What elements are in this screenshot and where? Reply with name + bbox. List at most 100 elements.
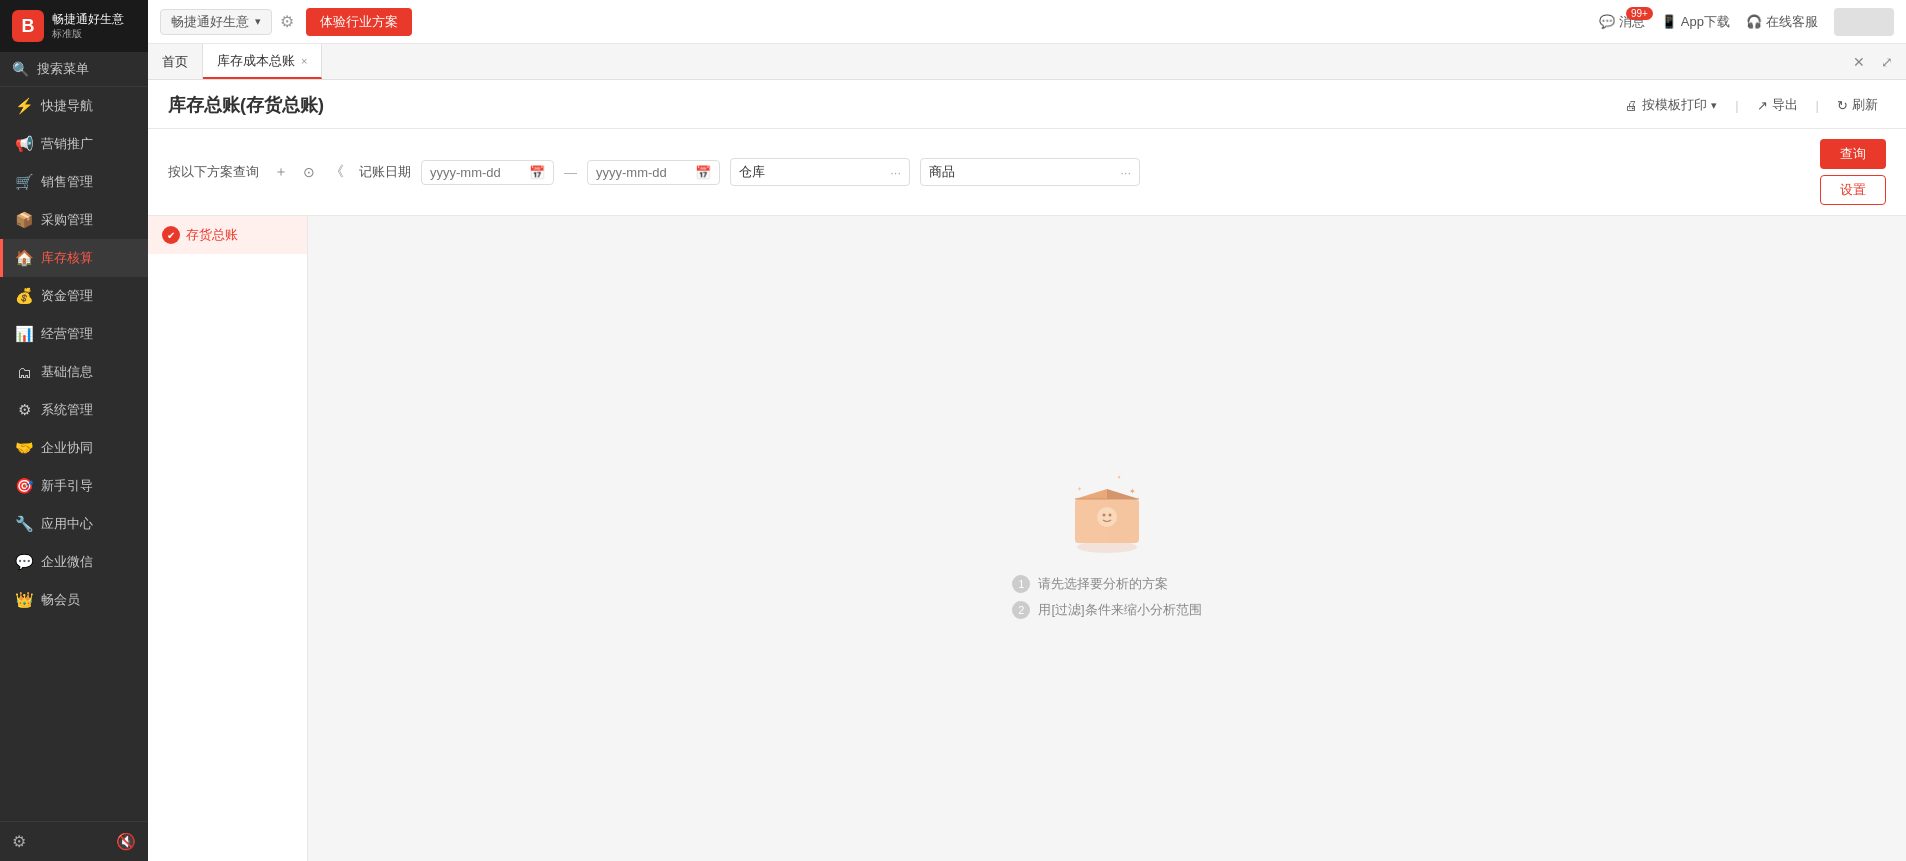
topbar: 畅捷通好生意 ▾ ⚙ 体验行业方案 💬 消息 99+ 📱 App下载 🎧 在线客… xyxy=(148,0,1906,44)
scheme-sidebar: ✔ 存货总账 xyxy=(148,216,308,861)
guide-icon: 🎯 xyxy=(15,477,33,495)
panel-close-button[interactable]: ✕ xyxy=(1848,51,1870,73)
search-menu[interactable]: 🔍 搜索菜单 xyxy=(0,52,148,87)
refresh-icon: ↻ xyxy=(1837,98,1848,113)
sidebar-item-member[interactable]: 👑 畅会员 xyxy=(0,581,148,619)
message-item[interactable]: 💬 消息 99+ xyxy=(1599,13,1645,31)
app-download-item[interactable]: 📱 App下载 xyxy=(1661,13,1730,31)
topbar-right: 💬 消息 99+ 📱 App下载 🎧 在线客服 xyxy=(1599,8,1894,36)
empty-illustration: ✦ ✦ ✦ xyxy=(1057,459,1157,559)
user-avatar[interactable] xyxy=(1834,8,1894,36)
svg-point-8 xyxy=(1108,513,1111,516)
warehouse-field[interactable]: 仓库 ··· xyxy=(730,158,910,186)
logo-text: 畅捷通好生意 标准版 xyxy=(52,12,124,41)
message-icon: 💬 xyxy=(1599,14,1615,29)
print-template-button[interactable]: 🖨 按模板打印 ▾ xyxy=(1617,92,1725,118)
topbar-left: 畅捷通好生意 ▾ ⚙ 体验行业方案 xyxy=(160,8,1599,36)
mobile-icon: 📱 xyxy=(1661,14,1677,29)
separator: | xyxy=(1735,98,1738,113)
tip-num-1: 1 xyxy=(1012,575,1030,593)
purchase-icon: 📦 xyxy=(15,211,33,229)
scheme-item-inventory-ledger[interactable]: ✔ 存货总账 xyxy=(148,216,307,254)
svg-text:✦: ✦ xyxy=(1117,474,1121,480)
empty-tips: 1 请先选择要分析的方案 2 用[过滤]条件来缩小分析范围 xyxy=(1012,575,1201,619)
app-logo: B 畅捷通好生意 标准版 xyxy=(0,0,148,52)
calendar-to-icon[interactable]: 📅 xyxy=(695,165,711,180)
operations-icon: 📊 xyxy=(15,325,33,343)
sidebar-footer: ⚙ 🔇 xyxy=(0,821,148,861)
sidebar-item-operations[interactable]: 📊 经营管理 xyxy=(0,315,148,353)
separator2: | xyxy=(1816,98,1819,113)
topbar-breadcrumb[interactable]: 畅捷通好生意 ▾ xyxy=(160,9,272,35)
sidebar-item-cooperation[interactable]: 🤝 企业协同 xyxy=(0,429,148,467)
print-icon: 🖨 xyxy=(1625,98,1638,113)
tab-home[interactable]: 首页 xyxy=(148,44,203,79)
sidebar-item-app-center[interactable]: 🔧 应用中心 xyxy=(0,505,148,543)
cooperation-icon: 🤝 xyxy=(15,439,33,457)
add-scheme-button[interactable]: ＋ xyxy=(269,160,293,184)
panel-expand-button[interactable]: ⤢ xyxy=(1876,51,1898,73)
enterprise-wx-icon: 💬 xyxy=(15,553,33,571)
sales-icon: 🛒 xyxy=(15,173,33,191)
page-header: 库存总账(存货总账) 🖨 按模板打印 ▾ | ↗ 导出 | ↻ xyxy=(148,80,1906,129)
headset-icon: 🎧 xyxy=(1746,14,1762,29)
solution-button[interactable]: 体验行业方案 xyxy=(306,8,412,36)
sidebar-item-purchase[interactable]: 📦 采购管理 xyxy=(0,201,148,239)
export-button[interactable]: ↗ 导出 xyxy=(1749,92,1806,118)
sidebar-item-enterprise-wx[interactable]: 💬 企业微信 xyxy=(0,543,148,581)
page-actions: 🖨 按模板打印 ▾ | ↗ 导出 | ↻ 刷新 xyxy=(1617,92,1886,118)
date-label: 记账日期 xyxy=(359,163,411,181)
main-split: ✔ 存货总账 xyxy=(148,216,1906,861)
content-area: 库存总账(存货总账) 🖨 按模板打印 ▾ | ↗ 导出 | ↻ xyxy=(148,80,1906,861)
page-title-row: 库存总账(存货总账) 🖨 按模板打印 ▾ | ↗ 导出 | ↻ xyxy=(168,92,1886,118)
sidebar-nav: ⚡ 快捷导航 📢 营销推广 🛒 销售管理 📦 采购管理 🏠 库存核算 💰 资金管… xyxy=(0,87,148,821)
settings-button[interactable]: 设置 xyxy=(1820,175,1886,205)
sidebar-item-marketing[interactable]: 📢 营销推广 xyxy=(0,125,148,163)
tab-inventory-ledger[interactable]: 库存成本总账 × xyxy=(203,44,322,79)
date-from-field[interactable]: 📅 xyxy=(421,160,554,185)
collapse-button[interactable]: 《 xyxy=(325,160,349,184)
empty-tip-1: 1 请先选择要分析的方案 xyxy=(1012,575,1201,593)
sidebar: B 畅捷通好生意 标准版 🔍 搜索菜单 ⚡ 快捷导航 📢 营销推广 🛒 销售管理… xyxy=(0,0,148,861)
calendar-from-icon[interactable]: 📅 xyxy=(529,165,545,180)
filter-actions: ＋ ⊙ 《 xyxy=(269,160,349,184)
sidebar-item-finance[interactable]: 💰 资金管理 xyxy=(0,277,148,315)
quick-nav-icon: ⚡ xyxy=(15,97,33,115)
tab-panel-controls: ✕ ⤢ xyxy=(1848,44,1906,79)
product-label: 商品 xyxy=(929,163,955,181)
scheme-dot: ✔ xyxy=(162,226,180,244)
sidebar-item-guide[interactable]: 🎯 新手引导 xyxy=(0,467,148,505)
inventory-icon: 🏠 xyxy=(15,249,33,267)
sidebar-item-basics[interactable]: 🗂 基础信息 xyxy=(0,353,148,391)
query-button[interactable]: 查询 xyxy=(1820,139,1886,169)
scheme-settings-button[interactable]: ⊙ xyxy=(297,160,321,184)
product-field[interactable]: 商品 ··· xyxy=(920,158,1140,186)
footer-settings-icon[interactable]: ⚙ xyxy=(12,832,26,851)
topbar-gear-icon[interactable]: ⚙ xyxy=(280,12,294,31)
svg-point-7 xyxy=(1102,513,1105,516)
sidebar-item-inventory[interactable]: 🏠 库存核算 xyxy=(0,239,148,277)
page-title: 库存总账(存货总账) xyxy=(168,93,324,117)
system-icon: ⚙ xyxy=(15,401,33,419)
date-from-input[interactable] xyxy=(430,165,525,180)
tab-close-button[interactable]: × xyxy=(301,55,307,67)
filter-bar: 按以下方案查询 ＋ ⊙ 《 记账日期 📅 — 📅 仓库 ··· 商品 xyxy=(148,129,1906,216)
date-to-input[interactable] xyxy=(596,165,691,180)
warehouse-more-icon[interactable]: ··· xyxy=(890,165,901,180)
date-to-field[interactable]: 📅 xyxy=(587,160,720,185)
refresh-button[interactable]: ↻ 刷新 xyxy=(1829,92,1886,118)
warehouse-label: 仓库 xyxy=(739,163,765,181)
finance-icon: 💰 xyxy=(15,287,33,305)
tab-bar: 首页 库存成本总账 × ✕ ⤢ xyxy=(148,44,1906,80)
product-more-icon[interactable]: ··· xyxy=(1120,165,1131,180)
sidebar-item-quick-nav[interactable]: ⚡ 快捷导航 xyxy=(0,87,148,125)
svg-text:✦: ✦ xyxy=(1077,486,1082,492)
logo-icon: B xyxy=(12,10,44,42)
sidebar-item-sales[interactable]: 🛒 销售管理 xyxy=(0,163,148,201)
sidebar-item-system[interactable]: ⚙ 系统管理 xyxy=(0,391,148,429)
search-icon: 🔍 xyxy=(12,61,29,77)
svg-point-6 xyxy=(1097,507,1117,527)
online-support-item[interactable]: 🎧 在线客服 xyxy=(1746,13,1818,31)
footer-sound-icon[interactable]: 🔇 xyxy=(116,832,136,851)
export-icon: ↗ xyxy=(1757,98,1768,113)
